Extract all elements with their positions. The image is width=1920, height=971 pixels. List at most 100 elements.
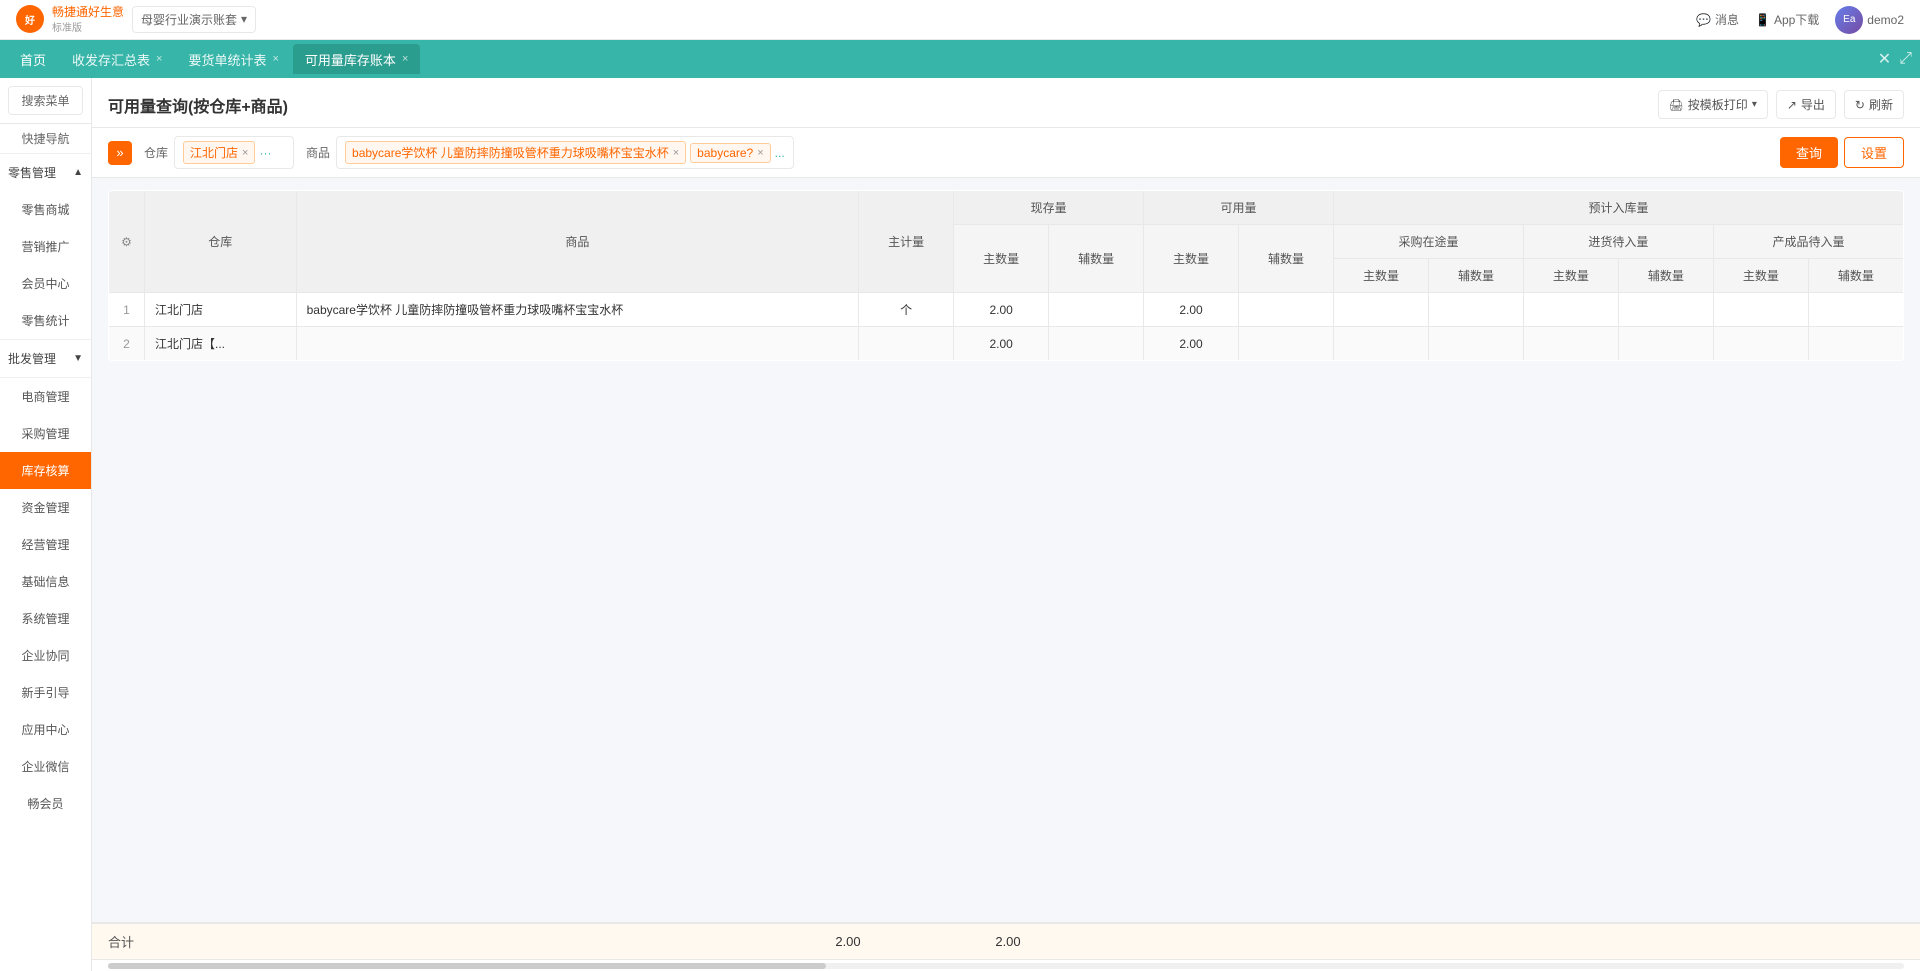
- user-menu[interactable]: Ea demo2: [1835, 6, 1904, 34]
- sidebar-item-guide[interactable]: 新手引导: [0, 674, 91, 711]
- sidebar-item-vip[interactable]: 畅会员: [0, 785, 91, 822]
- sidebar-search-section: 搜索菜单: [0, 78, 91, 124]
- row-2-stock-main: 2.00: [954, 327, 1049, 361]
- row-2-available-aux: [1239, 327, 1334, 361]
- table-settings-icon[interactable]: ⚙: [121, 235, 132, 249]
- sidebar-item-operations[interactable]: 经营管理: [0, 526, 91, 563]
- settings-button[interactable]: 设置: [1844, 137, 1904, 168]
- sidebar-item-marketing[interactable]: 营销推广: [0, 228, 91, 265]
- sidebar-item-purchase[interactable]: 采购管理: [0, 415, 91, 452]
- row-1-available-main: 2.00: [1144, 293, 1239, 327]
- filter-actions: 查询 设置: [1780, 137, 1904, 168]
- sidebar-item-retail-mgmt[interactable]: 零售管理 ▲: [0, 154, 91, 191]
- sidebar-item-wechat[interactable]: 企业微信: [0, 748, 91, 785]
- tab-inventory[interactable]: 可用量库存账本 ×: [293, 44, 420, 74]
- nav-tabs: 首页 收发存汇总表 × 要货单统计表 × 可用量库存账本 × ✕ ⤢: [0, 40, 1920, 78]
- sidebar-item-basics[interactable]: 基础信息: [0, 563, 91, 600]
- sidebar-item-retail-stats[interactable]: 零售统计: [0, 302, 91, 339]
- double-arrow-icon: »: [116, 145, 123, 160]
- row-2-available-main: 2.00: [1144, 327, 1239, 361]
- tab-order-close[interactable]: ×: [272, 53, 278, 65]
- maximize-icon[interactable]: ⤢: [1899, 50, 1912, 68]
- export-icon: ↗: [1787, 98, 1797, 112]
- product-tag-2-value: babycare?: [697, 146, 753, 160]
- sidebar-item-inventory-mgmt[interactable]: 库存核算: [0, 452, 91, 489]
- scrollbar-thumb[interactable]: [108, 963, 826, 969]
- tab-receive[interactable]: 收发存汇总表 ×: [60, 44, 174, 74]
- logo-icon: 好: [16, 5, 44, 33]
- sidebar-item-inventory-label: 库存核算: [21, 462, 69, 479]
- page-title: 可用量查询(按仓库+商品): [108, 93, 288, 117]
- row-1-po-aux: [1428, 293, 1523, 327]
- sidebar-item-wholesale[interactable]: 批发管理 ▼: [0, 340, 91, 377]
- page-header: 可用量查询(按仓库+商品) 🖨 按模板打印 ▾ ↗ 导出 ↻ 刷新: [92, 78, 1920, 128]
- app-download-button[interactable]: 📱 App下载: [1755, 11, 1819, 28]
- purchase-onway-main-header: 主数量: [1334, 259, 1429, 293]
- sidebar-item-finance[interactable]: 资金管理: [0, 489, 91, 526]
- sidebar-item-enterprise-label: 企业协同: [21, 647, 69, 664]
- footer-stock-aux: [888, 934, 968, 949]
- row-2-po-aux: [1428, 327, 1523, 361]
- warehouse-tag-remove[interactable]: ×: [242, 147, 248, 159]
- tab-inventory-close[interactable]: ×: [402, 53, 408, 65]
- row-1-num: 1: [109, 293, 145, 327]
- product-filter-label: 商品: [306, 144, 330, 161]
- sidebar-item-retail-mall[interactable]: 零售商城: [0, 191, 91, 228]
- stock-aux-header: 辅数量: [1049, 225, 1144, 293]
- table-container: ⚙ 仓库 商品 主计量 现存量 可用量 预计入库量 主数量 辅数量 主数量 辅数…: [92, 178, 1920, 922]
- sidebar-item-mall-label: 零售商城: [21, 201, 69, 218]
- sidebar-item-ecommerce[interactable]: 电商管理: [0, 378, 91, 415]
- table-footer: 合计 2.00 2.00: [92, 922, 1920, 959]
- row-1-prod-main: [1713, 293, 1808, 327]
- top-bar: 好 畅捷通好生意 标准版 母婴行业演示账套 ▾ 💬 消息 📱 App下载 Ea …: [0, 0, 1920, 40]
- row-2-product: [296, 327, 859, 361]
- print-button[interactable]: 🖨 按模板打印 ▾: [1658, 90, 1768, 119]
- sidebar-item-system[interactable]: 系统管理: [0, 600, 91, 637]
- sidebar-item-member[interactable]: 会员中心: [0, 265, 91, 302]
- horizontal-scrollbar[interactable]: [92, 959, 1920, 971]
- production-pending-header: 产成品待入量: [1713, 225, 1903, 259]
- available-main-header: 主数量: [1144, 225, 1239, 293]
- refresh-button[interactable]: ↻ 刷新: [1844, 90, 1904, 119]
- sidebar-item-app-center[interactable]: 应用中心: [0, 711, 91, 748]
- row-1-stock-aux: [1049, 293, 1144, 327]
- expand-filter-button[interactable]: »: [108, 141, 132, 165]
- tab-order[interactable]: 要货单统计表 ×: [176, 44, 290, 74]
- warehouse-col-header: 仓库: [145, 191, 297, 293]
- purchase-onway-header: 采购在途量: [1334, 225, 1524, 259]
- export-label: 导出: [1801, 96, 1825, 113]
- chevron-up-icon: ▲: [73, 167, 83, 178]
- tab-home-label: 首页: [20, 50, 46, 69]
- sidebar-item-vip-label: 畅会员: [27, 795, 63, 812]
- query-button[interactable]: 查询: [1780, 137, 1838, 168]
- sidebar-section-wholesale: 批发管理 ▼: [0, 340, 91, 378]
- product-more-icon[interactable]: ...: [775, 146, 785, 160]
- row-1-warehouse: 江北门店: [145, 293, 297, 327]
- tab-home[interactable]: 首页: [8, 44, 58, 74]
- row-2-unit: [859, 327, 954, 361]
- purchase-pending-header: 进货待入量: [1523, 225, 1713, 259]
- tab-inventory-label: 可用量库存账本: [305, 50, 396, 69]
- export-button[interactable]: ↗ 导出: [1776, 90, 1836, 119]
- sidebar-search-button[interactable]: 搜索菜单: [8, 86, 83, 115]
- industry-label: 母婴行业演示账套: [141, 11, 237, 28]
- product-tag-1-remove[interactable]: ×: [673, 147, 679, 159]
- sidebar-item-enterprise[interactable]: 企业协同: [0, 637, 91, 674]
- product-input[interactable]: babycare学饮杯 儿童防摔防撞吸管杯重力球吸嘴杯宝宝水杯 × babyca…: [336, 136, 794, 169]
- scrollbar-track[interactable]: [108, 963, 1904, 969]
- tab-receive-close[interactable]: ×: [156, 53, 162, 65]
- close-all-tabs-icon[interactable]: ✕: [1878, 49, 1891, 69]
- product-filter: 商品 babycare学饮杯 儿童防摔防撞吸管杯重力球吸嘴杯宝宝水杯 × bab…: [306, 136, 794, 169]
- purchase-onway-aux-header: 辅数量: [1428, 259, 1523, 293]
- sidebar-item-marketing-label: 营销推广: [21, 238, 69, 255]
- product-tag-2-remove[interactable]: ×: [757, 147, 763, 159]
- row-2-pp-main: [1523, 327, 1618, 361]
- warehouse-more-icon[interactable]: ···: [259, 146, 271, 160]
- warehouse-input[interactable]: 江北门店 × ···: [174, 136, 294, 169]
- industry-selector[interactable]: 母婴行业演示账套 ▾: [132, 6, 256, 33]
- planned-group-header: 预计入库量: [1334, 191, 1904, 225]
- production-pending-aux-header: 辅数量: [1808, 259, 1903, 293]
- sidebar-quick-nav[interactable]: 快捷导航: [0, 124, 91, 154]
- message-button[interactable]: 💬 消息: [1696, 11, 1739, 28]
- content-area: 可用量查询(按仓库+商品) 🖨 按模板打印 ▾ ↗ 导出 ↻ 刷新: [92, 78, 1920, 971]
